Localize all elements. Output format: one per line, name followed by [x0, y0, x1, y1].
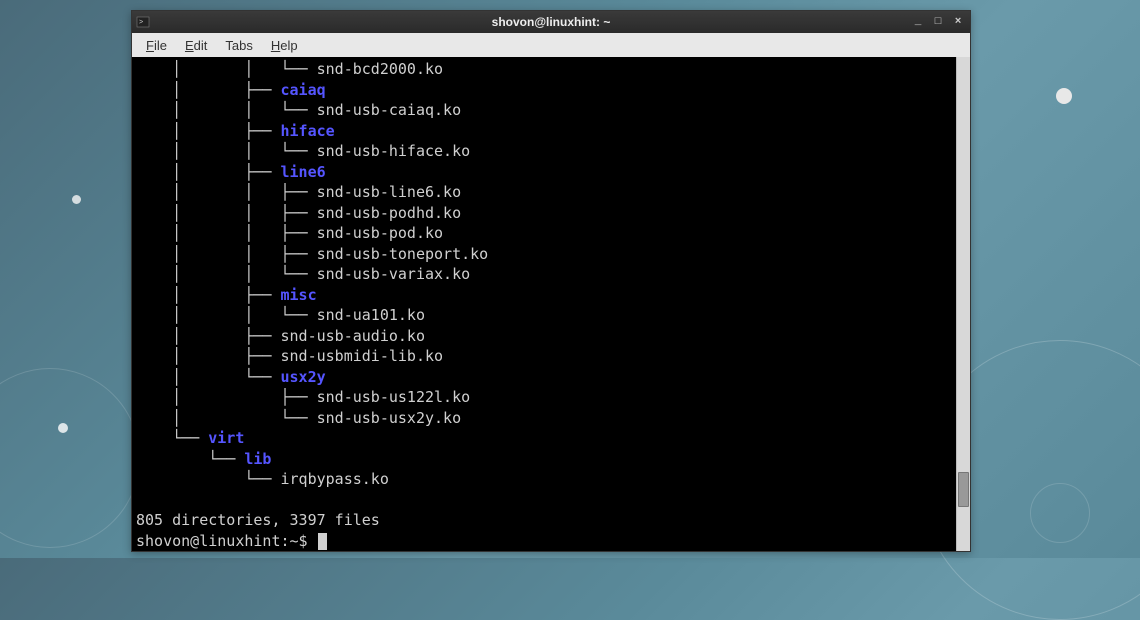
tree-branch: │ └── [136, 409, 317, 427]
desktop-decoration [1056, 88, 1072, 104]
tree-file: snd-usb-caiaq.ko [317, 101, 462, 119]
desktop-decoration [1030, 483, 1090, 543]
close-button[interactable]: × [950, 15, 966, 29]
tree-file: snd-ua101.ko [317, 306, 425, 324]
tree-branch: │ │ ├── [136, 245, 317, 263]
tree-file: snd-usb-variax.ko [317, 265, 471, 283]
desktop-decoration [0, 368, 140, 548]
tree-branch: │ ├── [136, 163, 281, 181]
tree-branch: │ ├── [136, 81, 281, 99]
terminal-icon: > [136, 15, 150, 29]
window-controls: _ □ × [910, 15, 966, 29]
menu-file[interactable]: File [138, 36, 175, 55]
tree-dir: misc [281, 286, 317, 304]
tree-dir: line6 [281, 163, 326, 181]
tree-dir: usx2y [281, 368, 326, 386]
svg-text:>: > [139, 19, 143, 27]
tree-branch: │ │ └── [136, 142, 317, 160]
tree-file: snd-usb-audio.ko [281, 327, 426, 345]
window-title: shovon@linuxhint: ~ [492, 15, 611, 29]
scrollbar[interactable] [956, 57, 970, 551]
tree-branch: │ │ └── [136, 101, 317, 119]
menubar: File Edit Tabs Help [132, 33, 970, 57]
shell-prompt: shovon@linuxhint:~$ [136, 532, 317, 550]
desktop-decoration [72, 195, 81, 204]
tree-branch: │ │ └── [136, 306, 317, 324]
tree-file: snd-usb-us122l.ko [317, 388, 471, 406]
tree-file: snd-usb-podhd.ko [317, 204, 462, 222]
desktop-decoration [58, 423, 68, 433]
menu-help[interactable]: Help [263, 36, 306, 55]
tree-branch: │ ├── [136, 327, 281, 345]
scrollbar-thumb[interactable] [958, 472, 969, 507]
tree-dir: caiaq [281, 81, 326, 99]
tree-branch: │ ├── [136, 347, 281, 365]
tree-branch: │ │ ├── [136, 204, 317, 222]
titlebar[interactable]: > shovon@linuxhint: ~ _ □ × [132, 11, 970, 33]
terminal-output[interactable]: │ │ └── snd-bcd2000.ko │ ├── caiaq │ │ └… [132, 57, 956, 551]
tree-file: snd-usbmidi-lib.ko [281, 347, 444, 365]
tree-branch: └── [136, 429, 208, 447]
tree-file: snd-usb-line6.ko [317, 183, 462, 201]
tree-dir: lib [244, 450, 271, 468]
tree-branch: └── [136, 470, 281, 488]
tree-file: irqbypass.ko [281, 470, 389, 488]
menu-edit[interactable]: Edit [177, 36, 215, 55]
tree-branch: │ │ ├── [136, 224, 317, 242]
tree-branch: │ ├── [136, 286, 281, 304]
tree-branch: │ │ └── [136, 265, 317, 283]
terminal-window: > shovon@linuxhint: ~ _ □ × File Edit Ta… [131, 10, 971, 552]
tree-branch: │ │ └── [136, 60, 317, 78]
tree-branch: │ ├── [136, 122, 281, 140]
cursor [318, 533, 327, 550]
tree-branch: │ ├── [136, 388, 317, 406]
tree-branch: └── [136, 450, 244, 468]
tree-file: snd-usb-hiface.ko [317, 142, 471, 160]
minimize-button[interactable]: _ [910, 15, 926, 29]
tree-branch: │ └── [136, 368, 281, 386]
tree-dir: hiface [281, 122, 335, 140]
tree-dir: virt [208, 429, 244, 447]
tree-file: snd-usb-pod.ko [317, 224, 443, 242]
menu-tabs[interactable]: Tabs [217, 36, 260, 55]
tree-branch: │ │ ├── [136, 183, 317, 201]
tree-file: snd-usb-toneport.ko [317, 245, 489, 263]
tree-file: snd-bcd2000.ko [317, 60, 443, 78]
maximize-button[interactable]: □ [930, 15, 946, 29]
tree-file: snd-usb-usx2y.ko [317, 409, 462, 427]
tree-summary: 805 directories, 3397 files [136, 511, 380, 529]
